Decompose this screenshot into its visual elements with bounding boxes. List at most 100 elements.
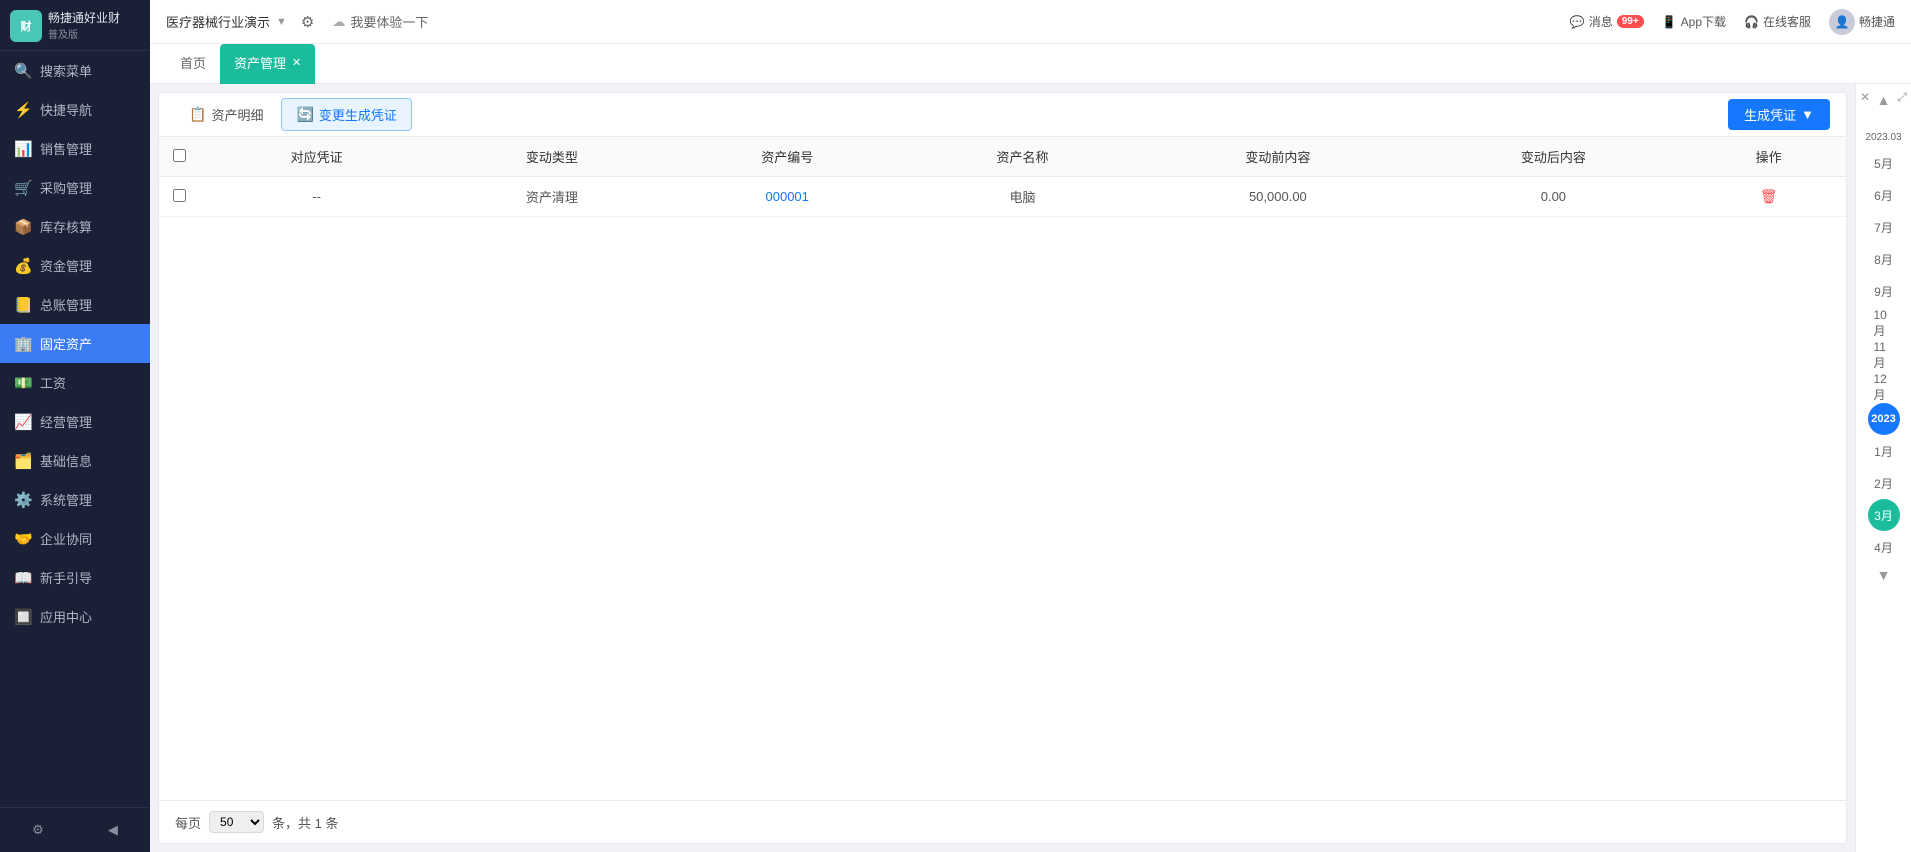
fixed-assets-icon: 🏢 [14,335,32,353]
app-download-button[interactable]: 📱 App下载 [1662,13,1726,30]
sidebar-item-quick-nav[interactable]: ⚡ 快捷导航 [0,90,150,129]
col-change-type: 变动类型 [434,137,669,177]
user-name: 畅捷通 [1859,13,1895,30]
col-before-change: 变动前内容 [1140,137,1416,177]
sidebar-item-app-center-label: 应用中心 [40,607,92,626]
tab-close-icon[interactable]: ✕ [292,56,301,69]
sidebar-item-sales[interactable]: 📊 销售管理 [0,129,150,168]
user-avatar: 👤 [1829,9,1855,35]
sidebar-item-payroll[interactable]: 💵 工资 [0,363,150,402]
sidebar-item-quick-nav-label: 快捷导航 [40,100,92,119]
online-service-button[interactable]: 🎧 在线客服 [1744,13,1811,30]
timeline-close-button[interactable]: ✕ [1860,90,1870,104]
sidebar-item-inventory-label: 库存核算 [40,217,92,236]
sidebar-item-sales-label: 销售管理 [40,139,92,158]
tab-home-label: 首页 [180,53,206,72]
generate-voucher-label: 生成凭证 [1744,105,1796,124]
sidebar-item-purchase[interactable]: 🛒 采购管理 [0,168,150,207]
sidebar-item-ledger[interactable]: 📒 总账管理 [0,285,150,324]
timeline-month-5[interactable]: 5月 [1868,147,1900,179]
timeline-month-8[interactable]: 8月 [1868,243,1900,275]
header-right: 💬 消息 99+ 📱 App下载 🎧 在线客服 👤 畅捷通 [1570,9,1895,35]
sub-tab-asset-detail[interactable]: 📋 资产明细 [175,98,277,131]
sidebar: 财 畅捷通好业财 普及版 🔍 搜索菜单 ⚡ 快捷导航 📊 销售管理 🛒 采购管理… [0,0,150,852]
collapse-sidebar-button[interactable]: ◀ [102,816,124,844]
company-selector[interactable]: 医疗器械行业演示 ▼ [166,12,287,31]
sub-tabs-left: 📋 资产明细 🔄 变更生成凭证 [175,98,412,131]
sidebar-item-finance[interactable]: 💰 资金管理 [0,246,150,285]
logo-text-block: 畅捷通好业财 普及版 [48,11,120,42]
delete-row-button[interactable]: 🗑 [1760,188,1778,204]
change-voucher-icon: 🔄 [296,106,313,123]
tab-home[interactable]: 首页 [166,44,220,84]
sidebar-item-system[interactable]: ⚙️ 系统管理 [0,480,150,519]
quick-nav-icon: ⚡ [14,101,32,119]
tab-asset-mgmt-label: 资产管理 [234,53,286,72]
logo-subtitle: 普及版 [48,26,120,41]
timeline-month-10[interactable]: 10月 [1868,307,1900,339]
sub-tabs-bar: 📋 资产明细 🔄 变更生成凭证 生成凭证 ▼ [159,93,1846,137]
app-download-icon: 📱 [1662,15,1677,29]
logo-icon: 财 [10,10,42,42]
experience-button[interactable]: ☁ 我要体验一下 [332,12,428,31]
pagination: 每页 50 10 20 100 条，共 1 条 [159,800,1846,843]
timeline-month-1[interactable]: 1月 [1868,435,1900,467]
basic-info-icon: 🗂️ [14,452,32,470]
timeline-down-button[interactable]: ▼ [1873,563,1895,587]
sidebar-item-operations[interactable]: 📈 经营管理 [0,402,150,441]
asset-change-table: 对应凭证 变动类型 资产编号 资产名称 [159,137,1846,217]
cell-voucher: -- [199,177,434,217]
tab-asset-mgmt[interactable]: 资产管理 ✕ [220,44,315,84]
purchase-icon: 🛒 [14,179,32,197]
sidebar-item-search[interactable]: 🔍 搜索菜单 [0,51,150,90]
sidebar-item-search-label: 搜索菜单 [40,61,92,80]
page-size-select[interactable]: 50 10 20 100 [209,811,264,833]
select-all-cell [159,137,199,177]
timeline-month-4[interactable]: 4月 [1868,531,1900,563]
timeline-month-2[interactable]: 2月 [1868,467,1900,499]
sidebar-item-collab[interactable]: 🤝 企业协同 [0,519,150,558]
select-all-checkbox[interactable] [173,149,186,162]
payroll-icon: 💵 [14,374,32,392]
operations-icon: 📈 [14,413,32,431]
content-panel: 📋 资产明细 🔄 变更生成凭证 生成凭证 ▼ [158,92,1847,844]
messages-button[interactable]: 💬 消息 99+ [1570,13,1644,30]
sidebar-item-guide[interactable]: 📖 新手引导 [0,558,150,597]
tabs-bar: 首页 资产管理 ✕ [150,44,1911,84]
total-text: 条，共 1 条 [272,813,338,832]
timeline-month-9[interactable]: 9月 [1868,275,1900,307]
sidebar-item-guide-label: 新手引导 [40,568,92,587]
sidebar-item-payroll-label: 工资 [40,373,66,392]
timeline-month-12[interactable]: 12月 [1868,371,1900,403]
user-menu-button[interactable]: 👤 畅捷通 [1829,9,1895,35]
sidebar-item-app-center[interactable]: 🔲 应用中心 [0,597,150,636]
timeline-expand-button[interactable]: ⤢ [1897,90,1907,105]
sidebar-item-inventory[interactable]: 📦 库存核算 [0,207,150,246]
timeline-panel: ✕ ⤢ ▲ 2023.03 5月 6月 7月 8月 9月 10月 1 [1855,84,1911,852]
timeline-month-6[interactable]: 6月 [1868,179,1900,211]
timeline-month-3[interactable]: 3月 [1868,499,1900,531]
timeline-year-badge[interactable]: 2023 [1868,403,1900,435]
settings-gear-icon[interactable]: ⚙ [301,13,314,31]
sidebar-item-basic-info[interactable]: 🗂️ 基础信息 [0,441,150,480]
row-checkbox[interactable] [173,189,186,202]
app-download-label: App下载 [1681,13,1726,30]
timeline-up-button[interactable]: ▲ [1873,88,1895,112]
cell-asset-code: 000001 [670,177,905,217]
timeline-month-11[interactable]: 11月 [1868,339,1900,371]
sales-icon: 📊 [14,140,32,158]
sidebar-item-operations-label: 经营管理 [40,412,92,431]
collab-icon: 🤝 [14,530,32,548]
settings-button[interactable]: ⚙ [26,816,50,844]
logo-title: 畅捷通好业财 [48,11,120,27]
sidebar-item-fixed-assets[interactable]: 🏢 固定资产 [0,324,150,363]
sidebar-item-system-label: 系统管理 [40,490,92,509]
messages-icon: 💬 [1570,15,1585,29]
col-voucher: 对应凭证 [199,137,434,177]
timeline-year-display: 2023.03 [1865,132,1901,143]
generate-voucher-button[interactable]: 生成凭证 ▼ [1728,99,1830,130]
col-asset-name: 资产名称 [905,137,1140,177]
col-asset-code: 资产编号 [670,137,905,177]
timeline-month-7[interactable]: 7月 [1868,211,1900,243]
sub-tab-change-voucher[interactable]: 🔄 变更生成凭证 [281,98,411,131]
